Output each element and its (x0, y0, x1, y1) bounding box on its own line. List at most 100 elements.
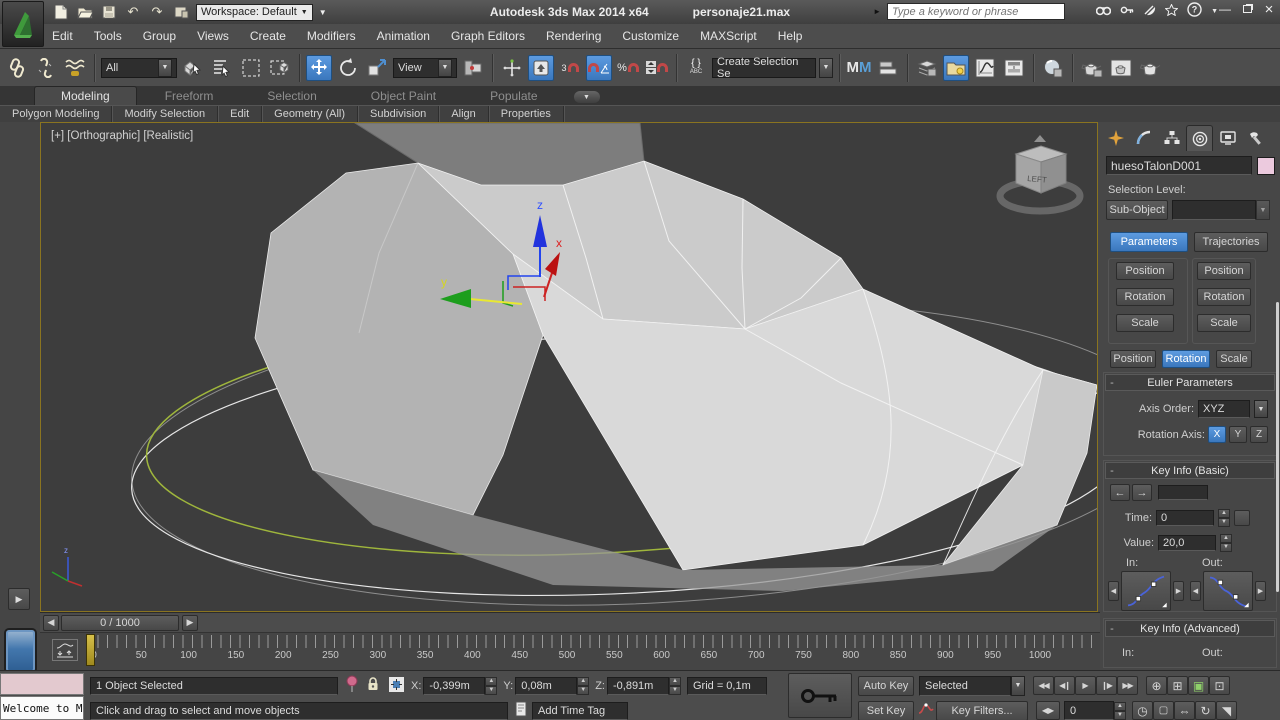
create-key-rotation-button[interactable]: Rotation (1116, 288, 1174, 306)
key-mode-toggle-icon[interactable]: ◀▶ (1036, 701, 1060, 720)
search-input[interactable] (887, 3, 1065, 20)
ribbon-tab-populate[interactable]: Populate (464, 87, 563, 105)
tab-utilities[interactable] (1242, 125, 1269, 151)
keyboard-shortcut-override-icon[interactable] (528, 54, 554, 81)
viewport-layout-tab[interactable] (4, 628, 37, 674)
menu-animation[interactable]: Animation (377, 29, 430, 43)
value-field[interactable]: 20,0 (1158, 535, 1216, 551)
out-tangent-copy-right-button[interactable]: ▶ (1255, 581, 1266, 601)
edit-named-selection-sets-icon[interactable]: { } ABC (683, 55, 709, 81)
zoom-icon[interactable]: ⊕ (1146, 676, 1167, 695)
zoom-extents-all-icon[interactable]: ⊡ (1209, 676, 1230, 695)
time-tag-notes-icon[interactable] (514, 701, 528, 720)
key-info-basic-header[interactable]: - Key Info (Basic) (1105, 462, 1275, 479)
previous-frame-playback-button[interactable]: ◀❙ (1054, 676, 1075, 695)
x-coordinate-field[interactable]: -0,399m (423, 676, 486, 695)
y-coordinate-field[interactable]: 0,08m (515, 676, 578, 695)
time-slider-handle[interactable]: 0 / 1000 (61, 614, 179, 631)
object-name-field[interactable]: huesoTalonD001 (1106, 156, 1252, 175)
in-tangent-button[interactable] (1121, 571, 1171, 611)
go-to-end-button[interactable]: ▶▶ (1117, 676, 1138, 695)
viewport[interactable]: z x y z LEFT [+] [Orthographic] [Realist… (40, 122, 1171, 612)
layer-manager-icon[interactable] (914, 55, 940, 81)
rotation-axis-z-button[interactable]: Z (1250, 426, 1268, 443)
use-pivot-point-icon[interactable] (460, 55, 486, 81)
zoom-extents-icon[interactable]: ▣ (1188, 676, 1209, 695)
ribbon-group-align[interactable]: Align (439, 106, 489, 122)
axis-order-value[interactable]: XYZ (1198, 400, 1250, 418)
save-file-icon[interactable] (100, 3, 118, 21)
key-mode-dropdown[interactable]: Selected (919, 675, 1011, 696)
tab-display[interactable] (1214, 125, 1241, 151)
auto-key-button[interactable]: Auto Key (858, 675, 914, 696)
named-selection-set-arrow[interactable]: ▼ (819, 57, 833, 78)
z-coordinate-field[interactable]: -0,891m (606, 676, 669, 695)
set-key-button[interactable]: Set Key (858, 700, 914, 720)
minimize-button[interactable]: — (1218, 2, 1232, 16)
go-to-start-button[interactable]: ◀◀ (1033, 676, 1054, 695)
redo-icon[interactable]: ↷ (148, 3, 166, 21)
x-spinner[interactable]: ▲ ▼ (485, 676, 498, 695)
parameters-tab-button[interactable]: Parameters (1110, 232, 1188, 252)
ribbon-group-polygon-modeling[interactable]: Polygon Modeling (0, 106, 113, 122)
menu-rendering[interactable]: Rendering (546, 29, 601, 43)
angle-snap-toggle-icon[interactable] (586, 54, 612, 81)
select-and-manipulate-icon[interactable] (499, 55, 525, 81)
ribbon-minimize-dropdown[interactable]: ▼ (573, 91, 600, 103)
render-production-icon[interactable] (1137, 55, 1163, 81)
viewport-canvas[interactable]: z x y z LEFT [+] [Orthographic] [Realist… (41, 122, 1171, 611)
next-frame-playback-button[interactable]: ❙▶ (1096, 676, 1117, 695)
sub-object-button[interactable]: Sub-Object (1106, 200, 1168, 220)
menu-views[interactable]: Views (197, 29, 229, 43)
controller-scale-button[interactable]: Scale (1216, 350, 1252, 368)
next-key-button[interactable]: → (1132, 484, 1152, 501)
snap-toggle-3d-icon[interactable]: 3 (557, 55, 583, 81)
key-filters-button[interactable]: Key Filters... (936, 700, 1028, 720)
tab-modify[interactable] (1130, 125, 1157, 151)
play-button[interactable]: ▶ (1075, 676, 1096, 695)
time-configuration-icon[interactable]: ◷ (1132, 701, 1153, 720)
new-file-icon[interactable] (52, 3, 70, 21)
restore-button[interactable] (1240, 2, 1254, 16)
app-logo-icon[interactable] (2, 1, 44, 47)
trajectories-tab-button[interactable]: Trajectories (1194, 232, 1268, 252)
unlink-selection-icon[interactable] (33, 55, 59, 81)
axis-order-dropdown-arrow[interactable]: ▼ (1254, 400, 1268, 418)
current-frame-marker[interactable] (86, 634, 95, 666)
tab-create[interactable] (1102, 125, 1129, 151)
rectangular-selection-region-icon[interactable] (238, 55, 264, 81)
absolute-offset-mode-icon[interactable] (388, 676, 405, 696)
maximize-viewport-toggle-icon[interactable]: ◥ (1216, 701, 1237, 720)
named-selection-set-combo[interactable]: Create Selection Se (712, 56, 816, 80)
in-tangent-copy-left-button[interactable]: ◀ (1108, 581, 1119, 601)
material-editor-icon[interactable] (1040, 55, 1066, 81)
key-number-field[interactable] (1158, 485, 1208, 500)
menu-edit[interactable]: Edit (52, 29, 73, 43)
delete-key-scale-button[interactable]: Scale (1197, 314, 1251, 332)
create-key-scale-button[interactable]: Scale (1116, 314, 1174, 332)
key-info-advanced-header[interactable]: - Key Info (Advanced) (1105, 620, 1275, 637)
new-key-default-in-out-icon[interactable] (918, 701, 934, 720)
object-color-swatch[interactable] (1257, 156, 1275, 175)
search-binoculars-icon[interactable] (1095, 4, 1112, 19)
ribbon-group-properties[interactable]: Properties (489, 106, 564, 122)
frame-spinner[interactable]: ▲ ▼ (1114, 701, 1126, 720)
previous-frame-button[interactable]: ◀ (43, 614, 59, 631)
sign-in-key-icon[interactable] (1120, 4, 1134, 19)
zoom-all-icon[interactable]: ⊞ (1167, 676, 1188, 695)
bind-to-spacewarp-icon[interactable] (62, 55, 88, 81)
mirror-icon[interactable]: M M (846, 55, 872, 81)
help-icon[interactable]: ? (1187, 2, 1202, 20)
value-spinner[interactable]: ▲ ▼ (1220, 534, 1232, 552)
select-object-icon[interactable] (180, 55, 206, 81)
z-spinner[interactable]: ▲ ▼ (668, 676, 681, 695)
layout-bar-expand-button[interactable]: ▶ (8, 588, 30, 610)
ribbon-tab-freeform[interactable]: Freeform (139, 87, 240, 105)
set-keys-button[interactable] (788, 673, 852, 718)
zoom-region-icon[interactable]: ▢ (1153, 701, 1174, 720)
key-mode-dropdown-arrow[interactable]: ▼ (1011, 675, 1025, 696)
selection-lock-icon[interactable] (366, 676, 380, 695)
ribbon-tab-selection[interactable]: Selection (241, 87, 342, 105)
menu-graph-editors[interactable]: Graph Editors (451, 29, 525, 43)
ribbon-toggle-icon[interactable] (943, 54, 969, 81)
